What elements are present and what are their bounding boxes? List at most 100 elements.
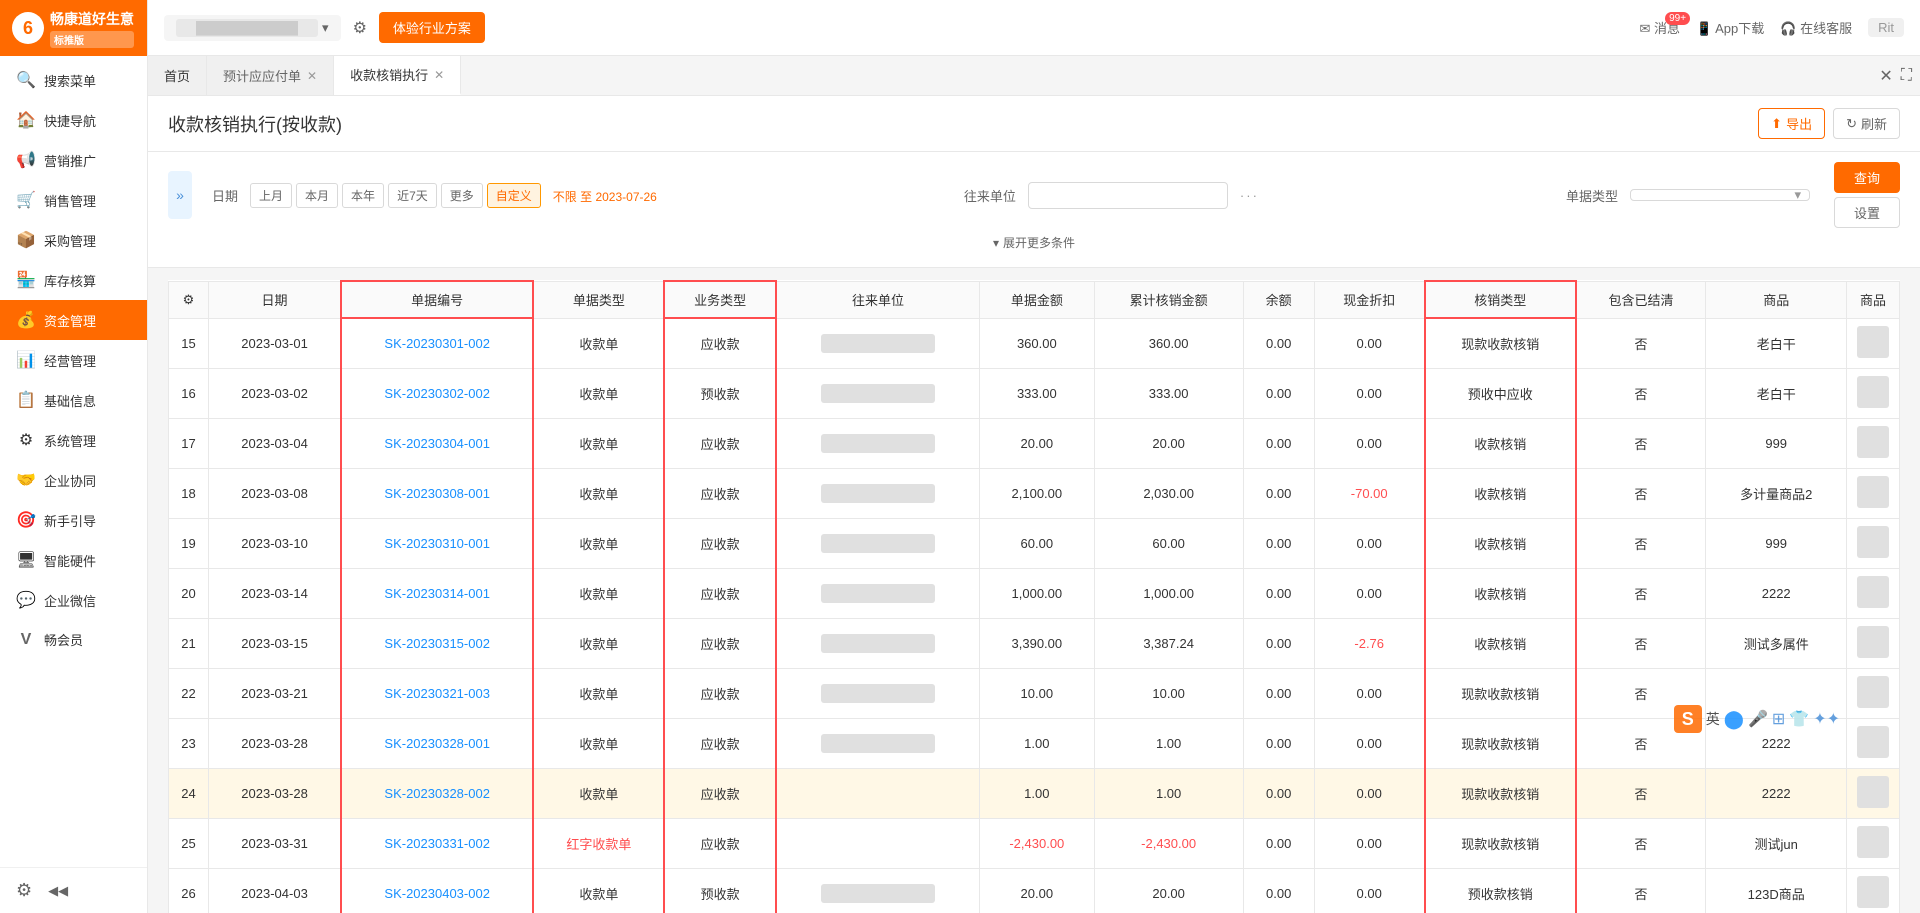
- cell-balance: 0.00: [1243, 568, 1314, 618]
- sidebar-item-enterprise[interactable]: 🤝 企业协同: [0, 460, 147, 500]
- custom-date-button[interactable]: 自定义: [487, 183, 541, 208]
- cell-amount: -2,430.00: [980, 818, 1094, 868]
- cell-partner: [776, 768, 980, 818]
- sidebar-item-sales[interactable]: 🛒 销售管理: [0, 180, 147, 220]
- voucher-no-link[interactable]: SK-20230302-002: [384, 386, 490, 401]
- cell-date: 2023-03-15: [209, 618, 342, 668]
- cell-no: 18: [169, 468, 209, 518]
- tab-receivable-close-icon[interactable]: ✕: [434, 68, 444, 82]
- sidebar-item-basic[interactable]: 📋 基础信息: [0, 380, 147, 420]
- voucher-no-link[interactable]: SK-20230301-002: [384, 336, 490, 351]
- voucher-no-link[interactable]: SK-20230331-002: [384, 836, 490, 851]
- voucher-no-link[interactable]: SK-20230308-001: [384, 486, 490, 501]
- table-row: 22 2023-03-21 SK-20230321-003 收款单 应收款 ██…: [169, 668, 1900, 718]
- cell-cumulative: 1.00: [1094, 768, 1243, 818]
- partner-input[interactable]: [1028, 182, 1228, 209]
- cell-balance: 0.00: [1243, 818, 1314, 868]
- enterprise-icon: 🤝: [16, 470, 36, 490]
- brand-selector[interactable]: ████████████ ▾: [164, 15, 341, 41]
- sidebar-item-guide[interactable]: 🎯 新手引导: [0, 500, 147, 540]
- last-7days-button[interactable]: 近7天: [388, 183, 437, 208]
- cell-voucher-no: SK-20230301-002: [341, 318, 533, 368]
- filter-row-main: » 日期 上月 本月 本年 近7天 更多 自定义 不限 至 2023-07-26…: [168, 162, 1900, 228]
- sidebar-label-guide: 新手引导: [44, 511, 96, 530]
- app-download-button[interactable]: 📱 App下载: [1696, 18, 1764, 37]
- cell-voucher-no: SK-20230310-001: [341, 518, 533, 568]
- voucher-no-link[interactable]: SK-20230315-002: [384, 636, 490, 651]
- cell-cash-discount: -2.76: [1314, 618, 1425, 668]
- last-month-button[interactable]: 上月: [250, 183, 292, 208]
- voucher-no-link[interactable]: SK-20230328-001: [384, 736, 490, 751]
- chevron-down-icon[interactable]: ▾: [322, 20, 329, 36]
- gear-icon[interactable]: ⚙: [353, 18, 367, 38]
- more-date-button[interactable]: 更多: [441, 183, 483, 208]
- filter-settings-button[interactable]: 设置: [1834, 197, 1900, 228]
- sidebar-item-wechat[interactable]: 💬 企业微信: [0, 580, 147, 620]
- voucher-no-link[interactable]: SK-20230310-001: [384, 536, 490, 551]
- cell-balance: 0.00: [1243, 518, 1314, 568]
- maximize-icon[interactable]: ⛶: [1901, 67, 1912, 85]
- tab-receivable[interactable]: 收款核销执行 ✕: [334, 56, 461, 95]
- cell-voucher-type: 收款单: [533, 418, 664, 468]
- sidebar-item-hardware[interactable]: 🖥 智能硬件: [0, 540, 147, 580]
- sidebar-item-purchase[interactable]: 📦 采购管理: [0, 220, 147, 260]
- voucher-no-link[interactable]: SK-20230304-001: [384, 436, 490, 451]
- cell-voucher-no: SK-20230328-002: [341, 768, 533, 818]
- cell-amount: 10.00: [980, 668, 1094, 718]
- cell-include-settled: 否: [1576, 368, 1706, 418]
- industry-solution-button[interactable]: 体验行业方案: [379, 12, 485, 43]
- online-service-button[interactable]: 🎧 在线客服: [1780, 18, 1852, 37]
- sidebar-item-member[interactable]: V 畅会员: [0, 620, 147, 659]
- sidebar-item-search[interactable]: 🔍 搜索菜单: [0, 60, 147, 100]
- tab-pre-order[interactable]: 预计应应付单 ✕: [207, 56, 334, 95]
- cell-cumulative: 3,387.24: [1094, 618, 1243, 668]
- export-button[interactable]: ⬆ 导出: [1758, 108, 1825, 139]
- sidebar-item-finance[interactable]: 💰 资金管理: [0, 300, 147, 340]
- table-container[interactable]: ⚙ 日期 单据编号 单据类型 业务类型 往来单位 单据金额 累计核销金额 余额 …: [148, 268, 1920, 913]
- user-profile[interactable]: Rit: [1868, 18, 1904, 37]
- voucher-no-link[interactable]: SK-20230403-002: [384, 886, 490, 901]
- cell-write-off-type: 现款收款核销: [1425, 668, 1576, 718]
- close-window-icon[interactable]: ✕: [1879, 66, 1892, 86]
- query-button[interactable]: 查询: [1834, 162, 1900, 193]
- cell-partner: ████████: [776, 518, 980, 568]
- message-button[interactable]: ✉ 消息 99+: [1640, 18, 1681, 37]
- cell-goods-img: [1847, 718, 1900, 768]
- sidebar-item-nav[interactable]: 🏠 快捷导航: [0, 100, 147, 140]
- voucher-no-link[interactable]: SK-20230328-002: [384, 786, 490, 801]
- cell-goods-img: [1847, 468, 1900, 518]
- cell-cash-discount: 0.00: [1314, 718, 1425, 768]
- sidebar-label-hardware: 智能硬件: [44, 551, 96, 570]
- voucher-type-select[interactable]: ▾: [1630, 189, 1810, 201]
- expand-more-button[interactable]: ▾ 展开更多条件: [168, 228, 1900, 257]
- cell-cumulative: -2,430.00: [1094, 818, 1243, 868]
- tab-pre-order-close-icon[interactable]: ✕: [307, 69, 317, 83]
- col-header-settings[interactable]: ⚙: [169, 281, 209, 318]
- sidebar-item-operations[interactable]: 📊 经营管理: [0, 340, 147, 380]
- cell-voucher-type: 红字收款单: [533, 818, 664, 868]
- col-header-include-settled: 包含已结清: [1576, 281, 1706, 318]
- sidebar-item-inventory[interactable]: 🏪 库存核算: [0, 260, 147, 300]
- sidebar-label-marketing: 营销推广: [44, 151, 96, 170]
- this-year-button[interactable]: 本年: [342, 183, 384, 208]
- tab-home-label: 首页: [164, 66, 190, 85]
- voucher-no-link[interactable]: SK-20230321-003: [384, 686, 490, 701]
- cell-voucher-no: SK-20230308-001: [341, 468, 533, 518]
- voucher-no-link[interactable]: SK-20230314-001: [384, 586, 490, 601]
- cell-include-settled: 否: [1576, 818, 1706, 868]
- sidebar-item-system[interactable]: ⚙ 系统管理: [0, 420, 147, 460]
- data-table: ⚙ 日期 单据编号 单据类型 业务类型 往来单位 单据金额 累计核销金额 余额 …: [168, 280, 1900, 913]
- sidebar-item-marketing[interactable]: 📢 营销推广: [0, 140, 147, 180]
- collapse-arrow-icon[interactable]: ◀◀: [48, 883, 68, 899]
- settings-icon[interactable]: ⚙: [16, 880, 32, 901]
- message-badge: 99+: [1665, 12, 1690, 25]
- cell-balance: 0.00: [1243, 718, 1314, 768]
- table-row: 24 2023-03-28 SK-20230328-002 收款单 应收款 1.…: [169, 768, 1900, 818]
- cell-voucher-type: 收款单: [533, 468, 664, 518]
- cell-cash-discount: 0.00: [1314, 318, 1425, 368]
- refresh-button[interactable]: ↻ 刷新: [1833, 108, 1900, 139]
- this-month-button[interactable]: 本月: [296, 183, 338, 208]
- filter-collapse-button[interactable]: »: [168, 171, 192, 219]
- cell-date: 2023-04-03: [209, 868, 342, 913]
- tab-home[interactable]: 首页: [148, 56, 207, 95]
